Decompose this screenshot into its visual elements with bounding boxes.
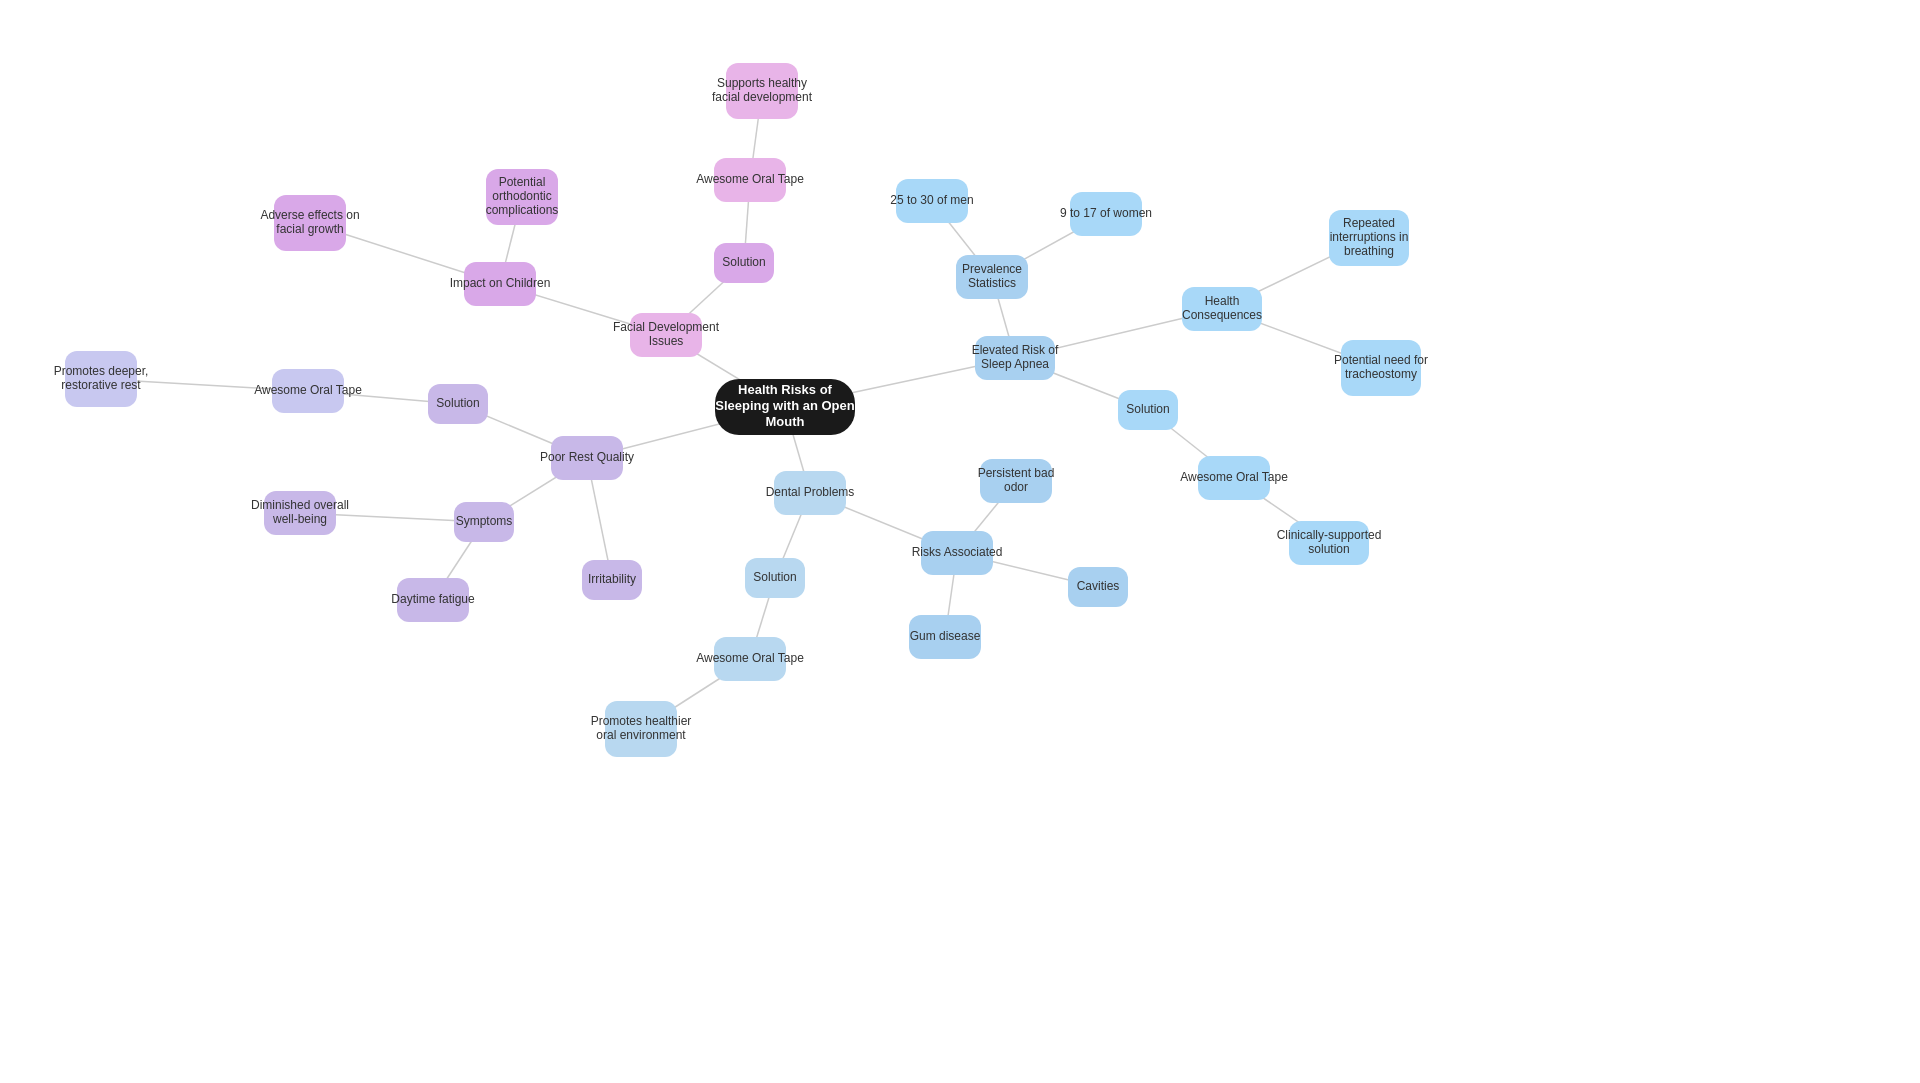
svg-text:Irritability: Irritability (588, 572, 636, 586)
svg-text:orthodontic: orthodontic (492, 189, 551, 203)
svg-text:well-being: well-being (272, 512, 327, 526)
svg-text:complications: complications (486, 203, 559, 217)
svg-text:Symptoms: Symptoms (456, 514, 513, 528)
svg-text:Potential need for: Potential need for (1334, 353, 1428, 367)
svg-text:Health Risks of: Health Risks of (738, 382, 833, 397)
svg-text:Cavities: Cavities (1077, 579, 1120, 593)
svg-text:Adverse effects on: Adverse effects on (260, 208, 359, 222)
svg-text:restorative rest: restorative rest (61, 378, 141, 392)
svg-text:Persistent bad: Persistent bad (978, 466, 1055, 480)
svg-text:Diminished overall: Diminished overall (251, 498, 349, 512)
svg-text:Promotes healthier: Promotes healthier (591, 714, 692, 728)
svg-text:tracheostomy: tracheostomy (1345, 367, 1417, 381)
svg-text:solution: solution (1308, 542, 1349, 556)
svg-text:Sleep Apnea: Sleep Apnea (981, 357, 1049, 371)
svg-text:Promotes deeper,: Promotes deeper, (54, 364, 149, 378)
svg-text:Dental Problems: Dental Problems (766, 485, 855, 499)
svg-text:Consequences: Consequences (1182, 308, 1262, 322)
svg-text:Awesome Oral Tape: Awesome Oral Tape (254, 383, 362, 397)
svg-text:Supports healthy: Supports healthy (717, 76, 807, 90)
svg-text:Potential: Potential (499, 175, 546, 189)
svg-text:Solution: Solution (722, 255, 765, 269)
svg-text:Mouth: Mouth (766, 414, 805, 429)
svg-text:Risks Associated: Risks Associated (912, 545, 1003, 559)
svg-text:facial growth: facial growth (276, 222, 343, 236)
svg-text:interruptions in: interruptions in (1330, 230, 1409, 244)
svg-text:Daytime fatigue: Daytime fatigue (391, 592, 475, 606)
svg-text:Solution: Solution (436, 396, 479, 410)
svg-text:odor: odor (1004, 480, 1028, 494)
svg-text:Solution: Solution (753, 570, 796, 584)
svg-text:Statistics: Statistics (968, 276, 1016, 290)
svg-text:Repeated: Repeated (1343, 216, 1395, 230)
svg-text:25 to 30 of men: 25 to 30 of men (890, 193, 973, 207)
svg-text:Solution: Solution (1126, 402, 1169, 416)
svg-text:breathing: breathing (1344, 244, 1394, 258)
svg-text:9 to 17 of women: 9 to 17 of women (1060, 206, 1152, 220)
svg-text:Awesome Oral Tape: Awesome Oral Tape (696, 172, 804, 186)
svg-text:oral environment: oral environment (596, 728, 686, 742)
svg-text:Sleeping with an Open: Sleeping with an Open (715, 398, 854, 413)
mindmap-svg: Health Risks ofSleeping with an OpenMout… (0, 0, 1920, 1083)
svg-text:Elevated Risk of: Elevated Risk of (972, 343, 1059, 357)
svg-text:Health: Health (1205, 294, 1240, 308)
svg-text:Issues: Issues (649, 334, 684, 348)
svg-text:Prevalence: Prevalence (962, 262, 1022, 276)
svg-text:Poor Rest Quality: Poor Rest Quality (540, 450, 634, 464)
svg-text:Awesome Oral Tape: Awesome Oral Tape (696, 651, 804, 665)
svg-text:Awesome Oral Tape: Awesome Oral Tape (1180, 470, 1288, 484)
svg-text:Impact on Children: Impact on Children (450, 276, 551, 290)
svg-text:facial development: facial development (712, 90, 813, 104)
svg-text:Clinically-supported: Clinically-supported (1277, 528, 1382, 542)
svg-text:Gum disease: Gum disease (910, 629, 981, 643)
svg-text:Facial Development: Facial Development (613, 320, 720, 334)
